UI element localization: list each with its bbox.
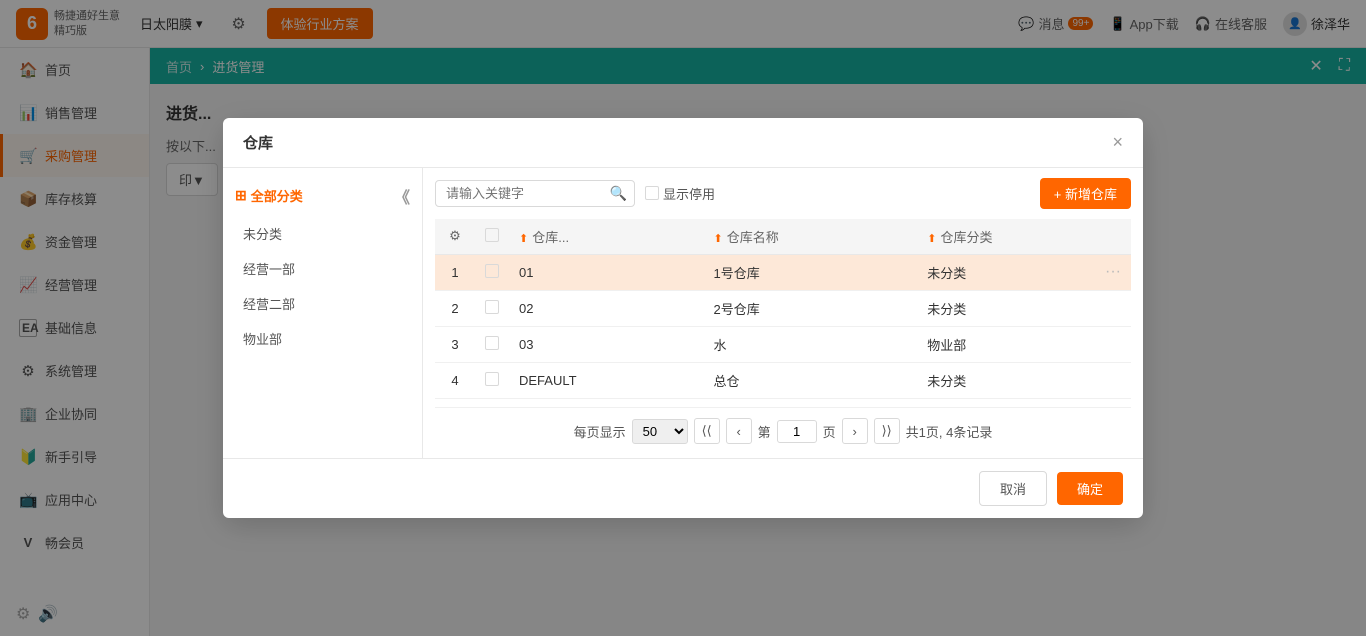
- page-number-input[interactable]: [777, 420, 817, 443]
- header-checkbox[interactable]: [485, 228, 499, 242]
- category-item-unclassified[interactable]: 未分类: [223, 216, 422, 251]
- show-disabled-label[interactable]: 显示停用: [645, 184, 715, 203]
- row-num: 1: [435, 254, 475, 291]
- category-label-ops1: 经营一部: [243, 262, 295, 277]
- table-wrapper: ⚙ ⬆仓库... ⬆仓库名称 ⬆仓库分类 1 01 1号仓库 未分类·: [435, 219, 1131, 400]
- table-panel: 🔍 显示停用 + 新增仓库 ⚙: [423, 168, 1143, 459]
- modal-footer: 取消 确定: [223, 458, 1143, 518]
- per-page-select[interactable]: 50 20 100: [632, 419, 688, 444]
- page-last-button[interactable]: ⟩⟩: [874, 418, 900, 444]
- grid-icon: ⊞: [235, 187, 247, 204]
- col-settings[interactable]: ⚙: [435, 219, 475, 255]
- table-row[interactable]: 1 01 1号仓库 未分类···: [435, 254, 1131, 291]
- page-first-button[interactable]: ⟨⟨: [694, 418, 720, 444]
- modal-header: 仓库 ×: [223, 118, 1143, 168]
- category-label-property: 物业部: [243, 332, 282, 347]
- row-checkbox[interactable]: [485, 372, 499, 386]
- row-num: 2: [435, 291, 475, 327]
- show-disabled-text: 显示停用: [663, 184, 715, 203]
- table-row[interactable]: 2 02 2号仓库 未分类: [435, 291, 1131, 327]
- category-item-property[interactable]: 物业部: [223, 321, 422, 356]
- row-checkbox[interactable]: [485, 264, 499, 278]
- sort-cat-icon: ⬆: [927, 233, 936, 245]
- modal-title: 仓库: [243, 132, 273, 153]
- sort-name-icon: ⬆: [714, 233, 723, 245]
- page-suffix: 页: [823, 422, 836, 441]
- row-code: 03: [509, 327, 704, 363]
- row-checkbox-cell[interactable]: [475, 291, 509, 327]
- col-name[interactable]: ⬆ 仓库名称: [704, 219, 918, 255]
- category-item-ops1[interactable]: 经营一部: [223, 251, 422, 286]
- row-name: 总仓: [704, 363, 918, 399]
- show-disabled-checkbox[interactable]: [645, 186, 659, 200]
- sort-code-icon: ⬆: [519, 233, 528, 245]
- row-checkbox-cell[interactable]: [475, 254, 509, 291]
- row-checkbox[interactable]: [485, 300, 499, 314]
- col-code[interactable]: ⬆ 仓库...: [509, 219, 704, 255]
- col-name-label: 仓库名称: [727, 230, 779, 245]
- row-code: DEFAULT: [509, 363, 704, 399]
- all-category-label: 全部分类: [251, 186, 394, 205]
- row-name: 水: [704, 327, 918, 363]
- row-category: 物业部: [917, 327, 1131, 363]
- page-prev-button[interactable]: ‹: [726, 418, 752, 444]
- col-code-label: 仓库...: [532, 230, 569, 245]
- all-category-header[interactable]: ⊞ 全部分类 《: [223, 176, 422, 216]
- row-num: 3: [435, 327, 475, 363]
- modal-body: ⊞ 全部分类 《 未分类 经营一部 经营二部 物业部: [223, 168, 1143, 459]
- row-checkbox-cell[interactable]: [475, 363, 509, 399]
- col-checkbox[interactable]: [475, 219, 509, 255]
- row-category: 未分类: [917, 291, 1131, 327]
- row-actions-icon[interactable]: ···: [1105, 263, 1121, 281]
- col-category[interactable]: ⬆ 仓库分类: [917, 219, 1131, 255]
- row-code: 01: [509, 254, 704, 291]
- per-page-label: 每页显示: [574, 422, 626, 441]
- col-category-label: 仓库分类: [940, 230, 992, 245]
- collapse-icon[interactable]: 《: [394, 184, 410, 208]
- category-item-ops2[interactable]: 经营二部: [223, 286, 422, 321]
- warehouse-table: ⚙ ⬆仓库... ⬆仓库名称 ⬆仓库分类 1 01 1号仓库 未分类·: [435, 219, 1131, 400]
- total-info: 共1页, 4条记录: [906, 422, 993, 441]
- search-icon[interactable]: 🔍: [610, 185, 627, 202]
- row-category: 未分类: [917, 363, 1131, 399]
- category-label-unclassified: 未分类: [243, 227, 282, 242]
- row-name: 2号仓库: [704, 291, 918, 327]
- modal-overlay: 仓库 × ⊞ 全部分类 《 未分类 经营一部 经营二部: [0, 0, 1366, 636]
- table-header-row: ⚙ ⬆ 仓库... ⬆ 仓库名称 ⬆ 仓库分类: [435, 219, 1131, 255]
- table-toolbar: 🔍 显示停用 + 新增仓库: [435, 178, 1131, 209]
- search-input[interactable]: [435, 180, 635, 207]
- page-next-button[interactable]: ›: [842, 418, 868, 444]
- table-row[interactable]: 4 DEFAULT 总仓 未分类: [435, 363, 1131, 399]
- category-panel: ⊞ 全部分类 《 未分类 经营一部 经营二部 物业部: [223, 168, 423, 459]
- pagination-bar: 每页显示 50 20 100 ⟨⟨ ‹ 第 页 › ⟩⟩ 共1页, 4条记录: [435, 407, 1131, 448]
- modal-close-button[interactable]: ×: [1112, 132, 1123, 153]
- warehouse-modal: 仓库 × ⊞ 全部分类 《 未分类 经营一部 经营二部: [223, 118, 1143, 519]
- search-input-wrap: 🔍: [435, 180, 635, 207]
- cancel-button[interactable]: 取消: [979, 471, 1047, 506]
- confirm-button[interactable]: 确定: [1057, 472, 1123, 505]
- row-checkbox[interactable]: [485, 336, 499, 350]
- row-code: 02: [509, 291, 704, 327]
- row-category: 未分类···: [917, 255, 1131, 291]
- table-row[interactable]: 3 03 水 物业部: [435, 327, 1131, 363]
- new-warehouse-button[interactable]: + 新增仓库: [1040, 178, 1131, 209]
- row-name: 1号仓库: [704, 254, 918, 291]
- row-checkbox-cell[interactable]: [475, 327, 509, 363]
- page-prefix: 第: [758, 422, 771, 441]
- category-label-ops2: 经营二部: [243, 297, 295, 312]
- row-num: 4: [435, 363, 475, 399]
